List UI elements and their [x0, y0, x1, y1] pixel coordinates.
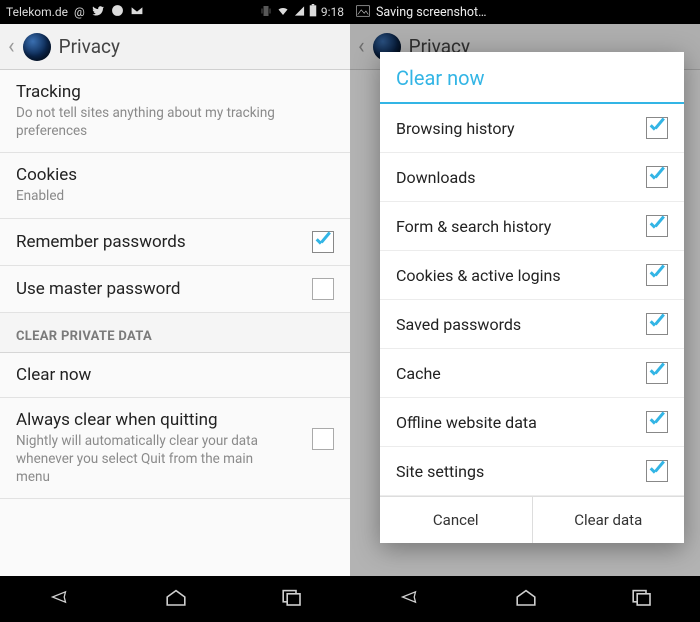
dlg-row-downloads[interactable]: Downloads	[380, 153, 684, 202]
image-icon	[356, 5, 370, 20]
dlg-row-site[interactable]: Site settings	[380, 447, 684, 496]
dlg-label: Downloads	[396, 168, 475, 187]
row-title: Clear now	[16, 365, 334, 385]
dlg-row-cookies[interactable]: Cookies & active logins	[380, 251, 684, 300]
checkbox-browsing[interactable]	[646, 117, 668, 139]
row-always-clear[interactable]: Always clear when quitting Nightly will …	[0, 398, 350, 500]
carrier-label: Telekom.de	[6, 5, 68, 19]
dlg-row-browsing[interactable]: Browsing history	[380, 104, 684, 153]
firefox-icon	[111, 4, 124, 20]
dlg-label: Saved passwords	[396, 315, 521, 334]
dlg-label: Browsing history	[396, 119, 515, 138]
checkbox-master[interactable]	[312, 278, 334, 300]
row-subtitle: Nightly will automatically clear your da…	[16, 432, 312, 487]
dlg-label: Cache	[396, 364, 441, 383]
dlg-row-cache[interactable]: Cache	[380, 349, 684, 398]
row-tracking[interactable]: Tracking Do not tell sites anything abou…	[0, 70, 350, 153]
saving-label: Saving screenshot…	[376, 5, 486, 20]
checkbox-cache[interactable]	[646, 362, 668, 384]
row-remember-passwords[interactable]: Remember passwords	[0, 219, 350, 266]
dialog-buttons: Cancel Clear data	[380, 496, 684, 543]
checkbox-downloads[interactable]	[646, 166, 668, 188]
dialog-title: Clear now	[380, 52, 684, 104]
dlg-row-offline[interactable]: Offline website data	[380, 398, 684, 447]
checkbox-form[interactable]	[646, 215, 668, 237]
row-title: Cookies	[16, 165, 334, 185]
app-header: ‹ Privacy	[0, 24, 350, 70]
dlg-row-saved[interactable]: Saved passwords	[380, 300, 684, 349]
checkbox-cookies[interactable]	[646, 264, 668, 286]
nav-recent-icon[interactable]	[630, 587, 654, 611]
status-bar: Saving screenshot…	[350, 0, 700, 24]
twitter-icon	[91, 5, 105, 20]
dlg-row-form[interactable]: Form & search history	[380, 202, 684, 251]
nav-home-icon[interactable]	[164, 587, 188, 611]
checkbox-site[interactable]	[646, 460, 668, 482]
row-title: Use master password	[16, 279, 181, 299]
app-globe-icon	[23, 33, 51, 61]
checkbox-always-clear[interactable]	[312, 428, 334, 450]
section-clear-private: CLEAR PRIVATE DATA	[0, 313, 350, 353]
settings-list: Tracking Do not tell sites anything abou…	[0, 70, 350, 576]
checkbox-offline[interactable]	[646, 411, 668, 433]
status-bar: Telekom.de @	[0, 0, 350, 24]
checkbox-remember[interactable]	[312, 231, 334, 253]
row-subtitle: Enabled	[16, 187, 334, 205]
nav-bar	[350, 576, 700, 622]
dlg-label: Site settings	[396, 462, 484, 481]
cancel-button[interactable]: Cancel	[380, 497, 532, 543]
row-title: Tracking	[16, 82, 334, 102]
dlg-label: Cookies & active logins	[396, 266, 561, 285]
row-clear-now[interactable]: Clear now	[0, 353, 350, 398]
row-subtitle: Do not tell sites anything about my trac…	[16, 104, 334, 140]
gmail-icon	[130, 5, 144, 19]
row-cookies[interactable]: Cookies Enabled	[0, 153, 350, 218]
dlg-label: Offline website data	[396, 413, 537, 432]
dlg-label: Form & search history	[396, 217, 551, 236]
right-screen: Saving screenshot… ‹ Privacy Clear now B…	[350, 0, 700, 622]
nav-recent-icon[interactable]	[280, 587, 304, 611]
checkbox-saved[interactable]	[646, 313, 668, 335]
nav-home-icon[interactable]	[514, 587, 538, 611]
vibrate-icon	[260, 5, 272, 20]
row-title: Remember passwords	[16, 232, 186, 252]
wifi-icon	[276, 5, 290, 20]
at-icon: @	[74, 5, 85, 19]
row-title: Always clear when quitting	[16, 410, 312, 430]
signal-icon	[294, 5, 305, 20]
nav-back-icon[interactable]	[396, 587, 422, 611]
clear-data-button[interactable]: Clear data	[532, 497, 685, 543]
page-title: Privacy	[59, 35, 120, 58]
left-screen: Telekom.de @	[0, 0, 350, 622]
nav-bar	[0, 576, 350, 622]
battery-icon	[309, 4, 317, 20]
clock-label: 9:18	[321, 5, 344, 19]
back-icon[interactable]: ‹	[8, 36, 15, 58]
nav-back-icon[interactable]	[46, 587, 72, 611]
row-master-password[interactable]: Use master password	[0, 266, 350, 313]
clear-now-dialog: Clear now Browsing history Downloads For…	[380, 52, 684, 543]
